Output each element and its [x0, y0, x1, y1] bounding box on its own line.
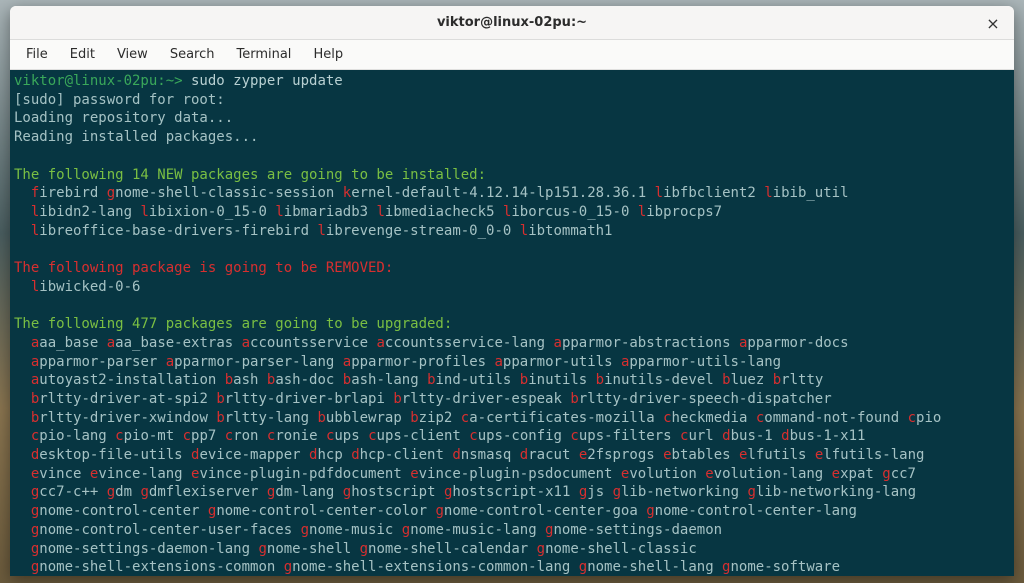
close-icon[interactable]: × [980, 10, 1006, 36]
menubar: File Edit View Search Terminal Help [10, 40, 1014, 70]
titlebar: viktor@linux-02pu:~ × [10, 6, 1014, 40]
menu-edit[interactable]: Edit [60, 43, 105, 66]
menu-view[interactable]: View [107, 43, 158, 66]
menu-help[interactable]: Help [303, 43, 353, 66]
menu-terminal[interactable]: Terminal [226, 43, 301, 66]
menu-file[interactable]: File [16, 43, 58, 66]
window-title: viktor@linux-02pu:~ [437, 15, 587, 30]
terminal-window: viktor@linux-02pu:~ × File Edit View Sea… [10, 6, 1014, 576]
terminal-output[interactable]: viktor@linux-02pu:~> sudo zypper update … [10, 70, 1014, 576]
menu-search[interactable]: Search [160, 43, 225, 66]
